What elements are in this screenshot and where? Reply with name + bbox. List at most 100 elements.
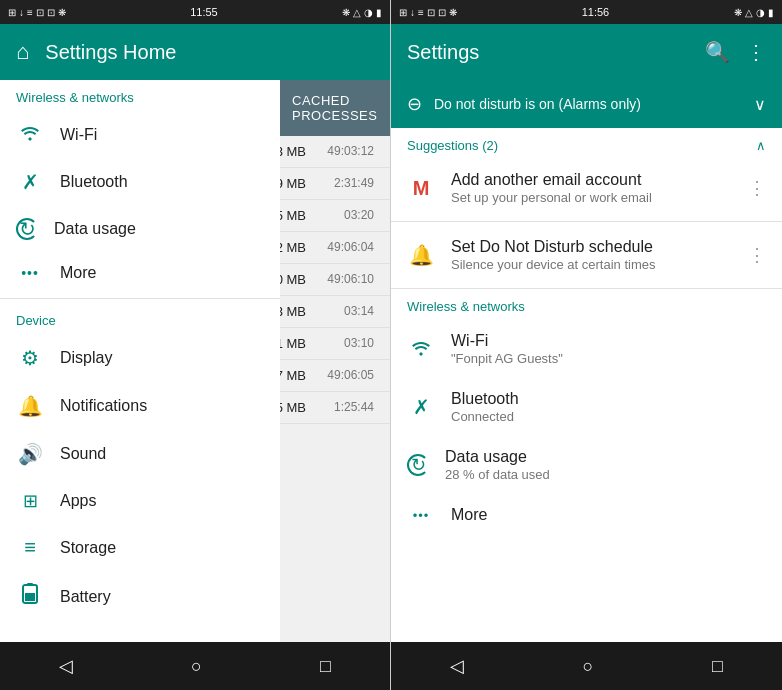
bg-processes-panel: CACHED PROCESSES 13 MB 49:03:12 49 MB 2:… [280,80,390,642]
bg-row-6: 51 MB 03:10 [280,328,390,360]
apps-label: Apps [60,492,96,510]
apps-icon: ⊞ [16,490,44,512]
storage-icon: ≡ [16,536,44,559]
sound-icon: 🔊 [16,442,44,466]
bg-row-0: 13 MB 49:03:12 [280,136,390,168]
right-data-text: Data usage 28 % of data used [445,448,766,482]
bg-processes-list: 13 MB 49:03:12 49 MB 2:31:49 55 MB 03:20… [280,136,390,424]
left-status-icons-right: ❋ △ ◑ ▮ [342,7,382,18]
menu-item-notifications[interactable]: 🔔 Notifications [0,382,280,430]
divider-1 [0,298,280,299]
battery-label: Battery [60,588,111,606]
right-recent-button[interactable]: □ [692,648,743,685]
display-label: Display [60,349,112,367]
right-panel: ⊞ ↓ ≡ ⊡ ⊡ ❋ 11:56 ❋ △ ◑ ▮ Settings 🔍 ⋮ ⊖… [391,0,782,690]
menu-item-wifi[interactable]: Wi-Fi [0,111,280,158]
right-more-text: More [451,506,766,524]
gmail-icon: M [407,177,435,200]
dnd-more-icon[interactable]: ⋮ [748,244,766,266]
bg-row-4: 10 MB 49:06:10 [280,264,390,296]
right-menu-data[interactable]: ↻ Data usage 28 % of data used [391,436,782,494]
right-section-wireless: Wireless & networks [391,289,782,320]
battery-icon [16,583,44,610]
bluetooth-icon: ✗ [16,170,44,194]
dnd-banner[interactable]: ⊖ Do not disturb is on (Alarms only) ∨ [391,80,782,128]
right-status-icons-left: ⊞ ↓ ≡ ⊡ ⊡ ❋ [399,7,457,18]
bg-row-2: 55 MB 03:20 [280,200,390,232]
right-status-bar: ⊞ ↓ ≡ ⊡ ⊡ ❋ 11:56 ❋ △ ◑ ▮ [391,0,782,24]
svg-rect-2 [25,593,35,601]
settings-scroll: Suggestions (2) ∧ M Add another email ac… [391,128,782,642]
home-nav-button[interactable]: ○ [171,648,222,685]
suggestion-dnd[interactable]: 🔔 Set Do Not Disturb schedule Silence yo… [391,226,782,284]
left-status-icons-left: ⊞ ↓ ≡ ⊡ ⊡ ❋ [8,7,66,18]
notifications-icon: 🔔 [16,394,44,418]
data-usage-icon: ↻ [16,218,38,240]
bg-processes-header: CACHED PROCESSES [280,80,390,136]
left-panel: ⊞ ↓ ≡ ⊡ ⊡ ❋ 11:55 ❋ △ ◑ ▮ Settings Home … [0,0,391,690]
storage-label: Storage [60,539,116,557]
dnd-text: Do not disturb is on (Alarms only) [434,96,742,112]
more-icon: ••• [16,265,44,281]
search-icon[interactable]: 🔍 [705,40,730,64]
display-icon: ⚙ [16,346,44,370]
more-label: More [60,264,96,282]
right-back-button[interactable]: ◁ [430,647,484,685]
right-header-title: Settings [407,41,689,64]
suggestion-email-text: Add another email account Set up your pe… [451,171,732,205]
right-menu-more[interactable]: ••• More [391,494,782,536]
bg-row-7: 4,7 MB 49:06:05 [280,360,390,392]
dnd-icon: ⊖ [407,93,422,115]
bg-row-5: 23 MB 03:14 [280,296,390,328]
bg-row-3: 12 MB 49:06:04 [280,232,390,264]
left-status-bar: ⊞ ↓ ≡ ⊡ ⊡ ❋ 11:55 ❋ △ ◑ ▮ [0,0,390,24]
menu-item-more[interactable]: ••• More [0,252,280,294]
menu-item-battery[interactable]: Battery [0,571,280,622]
menu-item-sound[interactable]: 🔊 Sound [0,430,280,478]
left-header-title: Settings Home [45,41,374,64]
overflow-menu-icon[interactable]: ⋮ [746,40,766,64]
bluetooth-label: Bluetooth [60,173,128,191]
bg-row-1: 49 MB 2:31:49 [280,168,390,200]
menu-item-data-usage[interactable]: ↻ Data usage [0,206,280,252]
right-menu-wifi[interactable]: Wi-Fi "Fonpit AG Guests" [391,320,782,378]
email-more-icon[interactable]: ⋮ [748,177,766,199]
menu-item-apps[interactable]: ⊞ Apps [0,478,280,524]
recent-button[interactable]: □ [300,648,351,685]
suggestion-dnd-text: Set Do Not Disturb schedule Silence your… [451,238,732,272]
right-wifi-icon [407,338,435,361]
right-header-icons: 🔍 ⋮ [705,40,766,64]
settings-menu: Wireless & networks Wi-Fi ✗ Bluetooth ↻ … [0,80,280,642]
section-wireless: Wireless & networks [0,80,280,111]
menu-item-display[interactable]: ⚙ Display [0,334,280,382]
bell-suggestion-icon: 🔔 [407,243,435,267]
wifi-icon [16,123,44,146]
back-button[interactable]: ◁ [39,647,93,685]
home-icon [16,39,29,65]
bg-row-8: 95 MB 1:25:44 [280,392,390,424]
suggestions-collapse-icon[interactable]: ∧ [756,138,766,153]
suggestions-label: Suggestions (2) ∧ [391,128,782,159]
right-home-button[interactable]: ○ [563,648,614,685]
menu-item-bluetooth[interactable]: ✗ Bluetooth [0,158,280,206]
suggestion-divider [391,221,782,222]
data-usage-label: Data usage [54,220,136,238]
right-status-icons-right: ❋ △ ◑ ▮ [734,7,774,18]
right-menu-bluetooth[interactable]: ✗ Bluetooth Connected [391,378,782,436]
left-header: Settings Home [0,24,390,80]
right-time: 11:56 [582,6,610,18]
right-data-icon: ↻ [407,454,429,476]
suggestions-section: Suggestions (2) ∧ M Add another email ac… [391,128,782,289]
right-nav-bar: ◁ ○ □ [391,642,782,690]
section-device: Device [0,303,280,334]
right-more-icon: ••• [407,508,435,523]
left-time: 11:55 [190,6,218,18]
right-wifi-text: Wi-Fi "Fonpit AG Guests" [451,332,766,366]
right-bluetooth-text: Bluetooth Connected [451,390,766,424]
notifications-label: Notifications [60,397,147,415]
right-header: Settings 🔍 ⋮ [391,24,782,80]
dnd-expand-icon: ∨ [754,95,766,114]
suggestion-email[interactable]: M Add another email account Set up your … [391,159,782,217]
right-bluetooth-icon: ✗ [407,395,435,419]
menu-item-storage[interactable]: ≡ Storage [0,524,280,571]
